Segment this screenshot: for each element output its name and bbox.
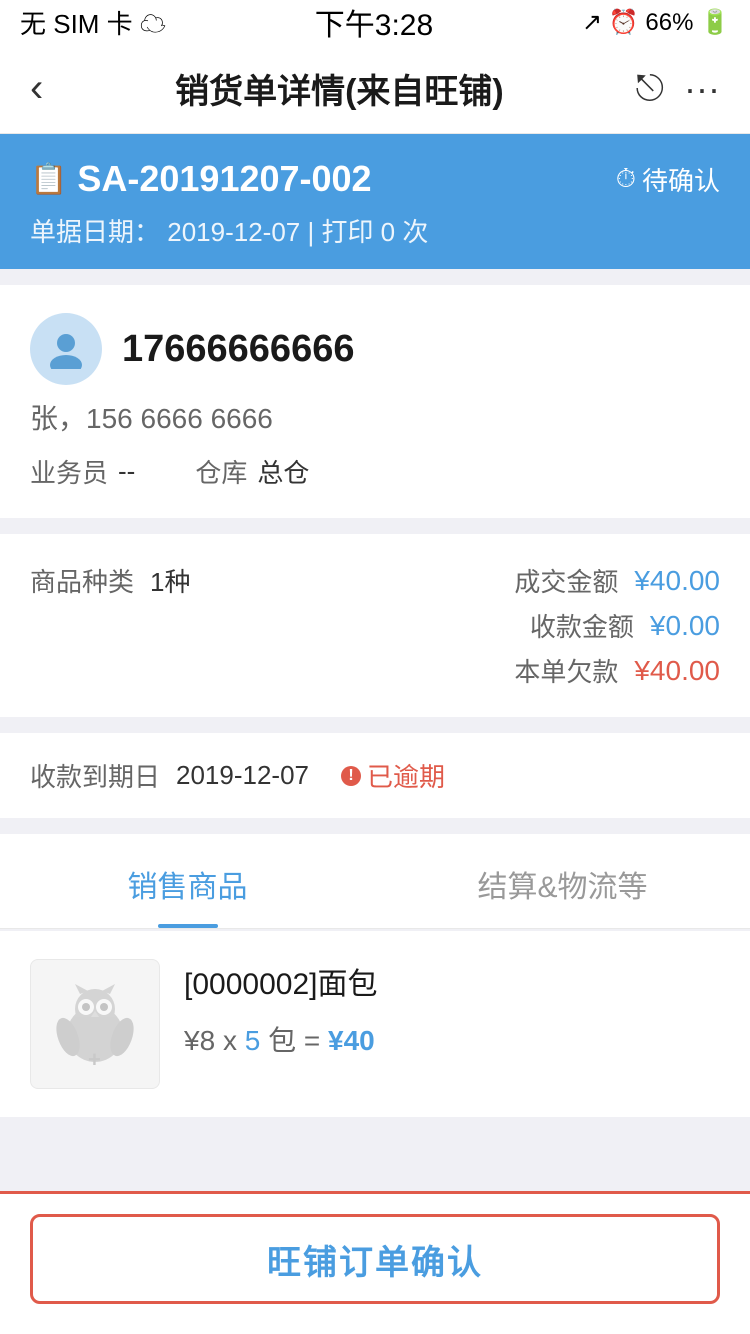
table-row: + [0000002]面包 ¥8 x 5 包 = ¥40 xyxy=(0,931,750,1117)
avatar xyxy=(30,313,102,385)
page-title: 销货单详情(来自旺铺) xyxy=(175,64,504,113)
order-id-text: SA-20191207-002 xyxy=(77,158,371,200)
content-area: 📋 SA-20191207-002 ⏱ 待确认 单据日期： 2019-12-07… xyxy=(0,134,750,1334)
product-image: + xyxy=(50,979,140,1069)
customer-phone: 17666666666 xyxy=(122,328,354,371)
transaction-amount-label: 成交金额 xyxy=(514,562,618,599)
status-left: 无 SIM 卡 ☁ xyxy=(20,4,166,41)
order-date-label: 单据日期： xyxy=(30,217,160,247)
bottom-action: 旺铺订单确认 xyxy=(0,1191,750,1334)
nav-bar: ‹ 销货单详情(来自旺铺) ⎋ ··· xyxy=(0,44,750,134)
tabs-bar: 销售商品 结算&物流等 xyxy=(0,834,750,929)
confirm-order-button[interactable]: 旺铺订单确认 xyxy=(30,1214,720,1304)
received-amount-row: 收款金额 ¥0.00 xyxy=(530,607,720,644)
salesperson-field: 业务员 -- xyxy=(30,453,135,490)
warehouse-label: 仓库 xyxy=(195,453,247,490)
product-qty: 5 xyxy=(245,1025,261,1056)
product-price-row: ¥8 x 5 包 = ¥40 xyxy=(184,1019,720,1059)
customer-row: 17666666666 xyxy=(30,313,720,385)
order-date: 单据日期： 2019-12-07 | 打印 0 次 xyxy=(30,212,720,249)
overdue-badge: ! 已逾期 xyxy=(341,757,445,794)
order-header-top: 📋 SA-20191207-002 ⏱ 待确认 xyxy=(30,158,720,200)
received-amount-label: 收款金额 xyxy=(530,607,634,644)
status-bar: 无 SIM 卡 ☁ 下午3:28 ↗ ⏰ 66% 🔋 xyxy=(0,0,750,44)
owed-amount-row: 本单欠款 ¥40.00 xyxy=(514,652,720,689)
tab-products[interactable]: 销售商品 xyxy=(0,834,375,928)
order-status: ⏱ 待确认 xyxy=(616,161,720,198)
summary-card: 商品种类 1种 成交金额 ¥40.00 收款金额 ¥0.00 本单欠款 ¥40.… xyxy=(0,534,750,717)
back-icon: ‹ xyxy=(30,66,43,110)
salesperson-value: -- xyxy=(118,456,135,487)
back-button[interactable]: ‹ xyxy=(30,66,43,111)
product-total: ¥40 xyxy=(328,1025,375,1056)
product-list: + [0000002]面包 ¥8 x 5 包 = ¥40 xyxy=(0,931,750,1117)
tab-settlement[interactable]: 结算&物流等 xyxy=(375,834,750,928)
overdue-text: 已逾期 xyxy=(367,757,445,794)
overdue-icon: ! xyxy=(341,766,361,786)
owed-amount-label: 本单欠款 xyxy=(514,652,618,689)
order-header: 📋 SA-20191207-002 ⏱ 待确认 单据日期： 2019-12-07… xyxy=(0,134,750,269)
order-date-value: 2019-12-07 xyxy=(167,217,300,247)
order-status-text: 待确认 xyxy=(642,161,720,198)
order-icon: 📋 xyxy=(30,162,67,197)
summary-right: 成交金额 ¥40.00 收款金额 ¥0.00 本单欠款 ¥40.00 xyxy=(514,562,720,689)
avatar-icon xyxy=(46,329,86,369)
product-type-label: 商品种类 xyxy=(30,562,134,599)
product-info: [0000002]面包 ¥8 x 5 包 = ¥40 xyxy=(184,959,720,1059)
warehouse-value: 总仓 xyxy=(257,453,309,490)
product-unit: 包 xyxy=(268,1025,296,1056)
due-date-card: 收款到期日 2019-12-07 ! 已逾期 xyxy=(0,733,750,818)
due-date-value: 2019-12-07 xyxy=(176,760,309,791)
customer-name: 张，156 6666 6666 xyxy=(30,397,720,437)
sim-status: 无 SIM 卡 ☁ xyxy=(20,4,166,41)
product-thumbnail: + xyxy=(30,959,160,1089)
warehouse-field: 仓库 总仓 xyxy=(195,453,309,490)
status-time: 下午3:28 xyxy=(315,0,433,44)
equals-sign: = xyxy=(304,1025,328,1056)
status-right: ↗ ⏰ 66% 🔋 xyxy=(582,8,730,37)
customer-meta: 业务员 -- 仓库 总仓 xyxy=(30,453,720,490)
nav-actions: ⎋ ··· xyxy=(636,67,720,110)
transaction-amount-value: ¥40.00 xyxy=(634,565,720,597)
salesperson-label: 业务员 xyxy=(30,453,108,490)
product-type-value: 1种 xyxy=(150,562,190,599)
multiply-sign: x xyxy=(223,1025,245,1056)
due-date-label: 收款到期日 xyxy=(30,757,160,794)
customer-card: 17666666666 张，156 6666 6666 业务员 -- 仓库 总仓 xyxy=(0,285,750,518)
more-button[interactable]: ··· xyxy=(684,68,720,110)
owed-amount-value: ¥40.00 xyxy=(634,655,720,687)
order-id: 📋 SA-20191207-002 xyxy=(30,158,372,200)
transaction-amount-row: 成交金额 ¥40.00 xyxy=(514,562,720,599)
summary-row: 商品种类 1种 成交金额 ¥40.00 收款金额 ¥0.00 本单欠款 ¥40.… xyxy=(30,562,720,689)
status-clock-icon: ⏱ xyxy=(616,163,636,195)
product-price: ¥8 xyxy=(184,1025,215,1056)
share-button[interactable]: ⎋ xyxy=(636,67,664,110)
summary-left: 商品种类 1种 xyxy=(30,562,190,599)
received-amount-value: ¥0.00 xyxy=(650,610,720,642)
product-name: [0000002]面包 xyxy=(184,959,720,1003)
svg-text:+: + xyxy=(88,1047,101,1069)
battery-status: ↗ ⏰ 66% 🔋 xyxy=(582,8,730,37)
order-print-info: | 打印 0 次 xyxy=(307,217,428,247)
